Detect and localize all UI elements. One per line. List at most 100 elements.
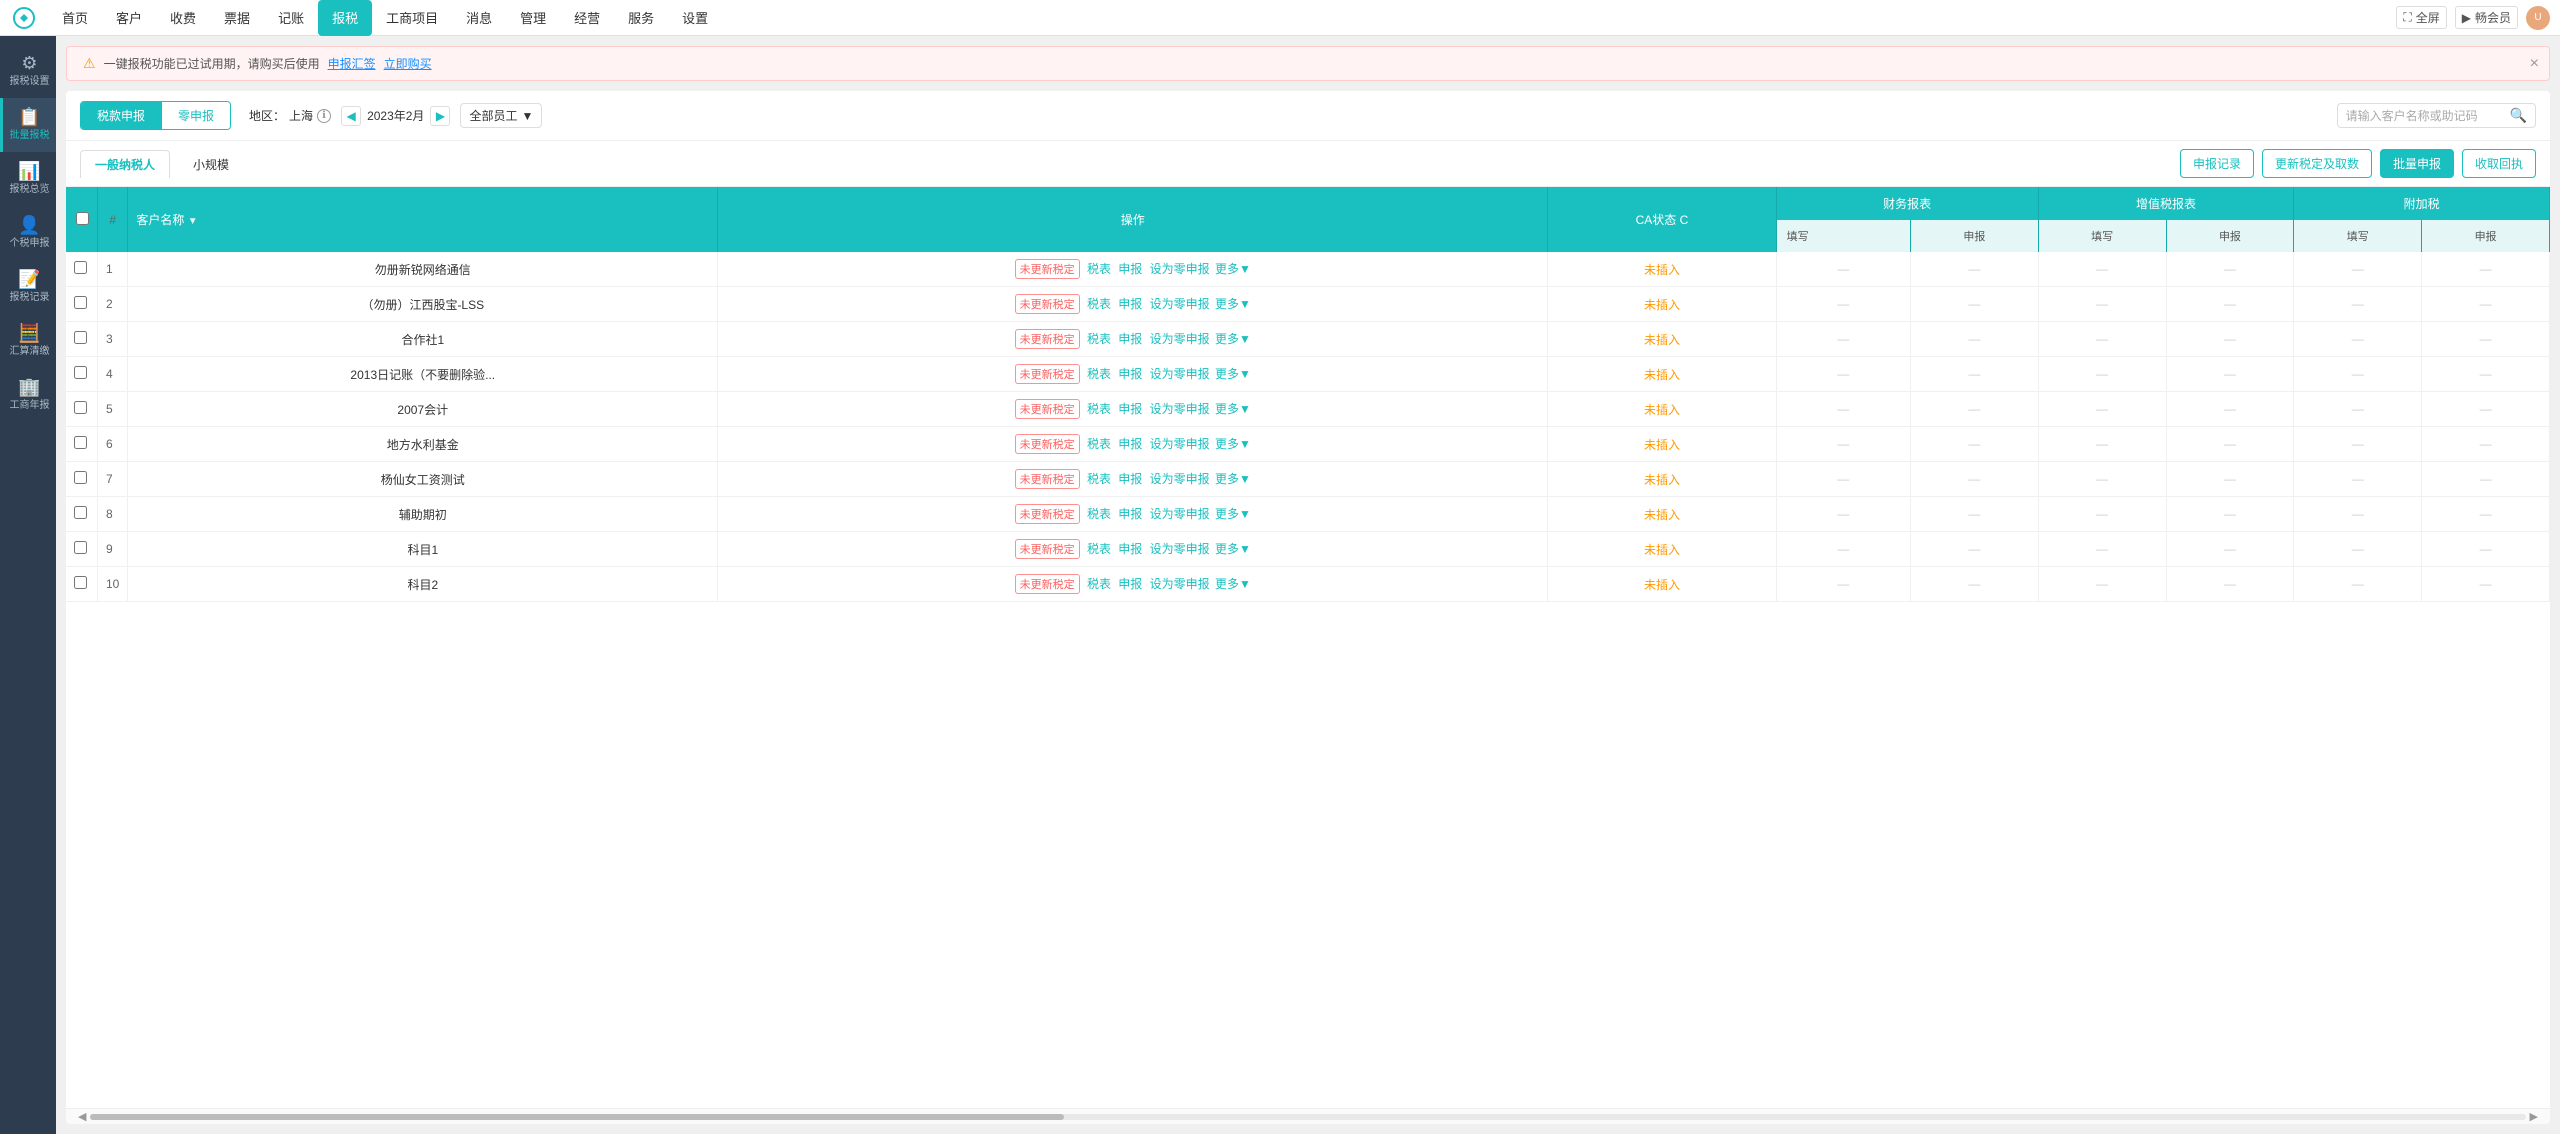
top-nav-item-首页[interactable]: 首页	[48, 0, 102, 36]
region-info-icon[interactable]: ℹ	[317, 109, 331, 123]
date-next-button[interactable]: ▶	[430, 106, 450, 126]
sidebar-item-报税记录[interactable]: 📝 报税记录	[0, 260, 56, 314]
upgrade-button[interactable]: ▶ 畅会员	[2455, 6, 2518, 29]
action-set-zero[interactable]: 设为零申报	[1150, 577, 1210, 591]
top-nav-item-管理[interactable]: 管理	[506, 0, 560, 36]
action-tax-form[interactable]: 税表	[1087, 332, 1111, 346]
retrieve-button[interactable]: 收取回执	[2462, 149, 2536, 178]
row-select-9[interactable]	[74, 541, 87, 554]
top-nav-item-记账[interactable]: 记账	[264, 0, 318, 36]
action-more[interactable]: 更多▼	[1215, 577, 1251, 591]
tab-general-taxpayer[interactable]: 一般纳税人	[80, 150, 170, 178]
top-nav-item-票据[interactable]: 票据	[210, 0, 264, 36]
row-select-6[interactable]	[74, 436, 87, 449]
row-select-3[interactable]	[74, 331, 87, 344]
row-select-8[interactable]	[74, 506, 87, 519]
row-select-7[interactable]	[74, 471, 87, 484]
row-select-5[interactable]	[74, 401, 87, 414]
action-apply[interactable]: 申报	[1118, 542, 1142, 556]
action-tax-form[interactable]: 税表	[1087, 577, 1111, 591]
apply-record-button[interactable]: 申报记录	[2180, 149, 2254, 178]
banner-link2[interactable]: 立即购买	[384, 55, 432, 72]
action-apply[interactable]: 申报	[1118, 332, 1142, 346]
date-prev-button[interactable]: ◀	[341, 106, 361, 126]
top-nav-item-设置[interactable]: 设置	[668, 0, 722, 36]
action-tax-form[interactable]: 税表	[1087, 542, 1111, 556]
sort-icon[interactable]: ▼	[188, 216, 198, 227]
action-more[interactable]: 更多▼	[1215, 262, 1251, 276]
action-more[interactable]: 更多▼	[1215, 507, 1251, 521]
action-apply[interactable]: 申报	[1118, 472, 1142, 486]
search-input[interactable]	[2346, 109, 2506, 123]
banner-link1[interactable]: 申报汇签	[328, 55, 376, 72]
top-nav-item-报税[interactable]: 报税	[318, 0, 372, 36]
row-tax-apply: —	[2166, 252, 2294, 287]
tab-zero-apply[interactable]: 零申报	[161, 102, 230, 129]
sidebar: ⚙ 报税设置 📋 批量报税 📊 报税总览 👤 个税申报 📝 报税记录 🧮 汇算清…	[0, 36, 56, 1134]
top-nav-item-收费[interactable]: 收费	[156, 0, 210, 36]
row-select-1[interactable]	[74, 261, 87, 274]
action-set-zero[interactable]: 设为零申报	[1150, 507, 1210, 521]
action-more[interactable]: 更多▼	[1215, 332, 1251, 346]
action-more[interactable]: 更多▼	[1215, 367, 1251, 381]
top-nav-item-工商项目[interactable]: 工商项目	[372, 0, 452, 36]
sidebar-item-批量报税[interactable]: 📋 批量报税	[0, 98, 56, 152]
action-tax-form[interactable]: 税表	[1087, 367, 1111, 381]
row-add-apply: —	[2422, 427, 2550, 462]
action-set-zero[interactable]: 设为零申报	[1150, 262, 1210, 276]
action-apply[interactable]: 申报	[1118, 437, 1142, 451]
action-set-zero[interactable]: 设为零申报	[1150, 402, 1210, 416]
action-set-zero[interactable]: 设为零申报	[1150, 472, 1210, 486]
action-set-zero[interactable]: 设为零申报	[1150, 297, 1210, 311]
action-set-zero[interactable]: 设为零申报	[1150, 367, 1210, 381]
action-set-zero[interactable]: 设为零申报	[1150, 332, 1210, 346]
action-apply[interactable]: 申报	[1118, 507, 1142, 521]
top-nav-item-服务[interactable]: 服务	[614, 0, 668, 36]
action-set-zero[interactable]: 设为零申报	[1150, 542, 1210, 556]
scrollbar-track[interactable]	[90, 1114, 2525, 1120]
action-more[interactable]: 更多▼	[1215, 297, 1251, 311]
action-more[interactable]: 更多▼	[1215, 437, 1251, 451]
action-more[interactable]: 更多▼	[1215, 472, 1251, 486]
tab-small-scale[interactable]: 小规模	[178, 150, 244, 178]
action-tax-form[interactable]: 税表	[1087, 297, 1111, 311]
action-tax-form[interactable]: 税表	[1087, 262, 1111, 276]
banner-close-button[interactable]: ×	[2530, 55, 2539, 73]
avatar[interactable]: U	[2526, 6, 2550, 30]
row-ca: 未插入	[1548, 287, 1776, 322]
scroll-right-arrow[interactable]: ▶	[2526, 1110, 2542, 1123]
fullscreen-button[interactable]: ⛶ 全屏	[2396, 6, 2446, 29]
row-checkbox	[66, 532, 98, 567]
action-apply[interactable]: 申报	[1118, 402, 1142, 416]
sidebar-item-报税设置[interactable]: ⚙ 报税设置	[0, 44, 56, 98]
batch-apply-button[interactable]: 批量申报	[2380, 149, 2454, 178]
tab-tax-apply[interactable]: 税款申报	[81, 102, 161, 129]
top-nav-item-客户[interactable]: 客户	[102, 0, 156, 36]
select-all-checkbox[interactable]	[76, 212, 89, 225]
staff-dropdown[interactable]: 全部员工 ▼	[460, 103, 542, 128]
row-select-4[interactable]	[74, 366, 87, 379]
action-apply[interactable]: 申报	[1118, 262, 1142, 276]
action-tax-form[interactable]: 税表	[1087, 437, 1111, 451]
update-quota-button[interactable]: 更新税定及取数	[2262, 149, 2372, 178]
action-tax-form[interactable]: 税表	[1087, 402, 1111, 416]
row-select-2[interactable]	[74, 296, 87, 309]
row-select-10[interactable]	[74, 576, 87, 589]
action-set-zero[interactable]: 设为零申报	[1150, 437, 1210, 451]
action-more[interactable]: 更多▼	[1215, 402, 1251, 416]
sidebar-item-报税总览[interactable]: 📊 报税总览	[0, 152, 56, 206]
scroll-left-arrow[interactable]: ◀	[74, 1110, 90, 1123]
action-tax-form[interactable]: 税表	[1087, 507, 1111, 521]
action-apply[interactable]: 申报	[1118, 297, 1142, 311]
row-actions: 未更新税定 税表 申报 设为零申报 更多▼	[718, 427, 1548, 462]
action-tax-form[interactable]: 税表	[1087, 472, 1111, 486]
search-icon[interactable]: 🔍	[2510, 107, 2527, 124]
action-apply[interactable]: 申报	[1118, 367, 1142, 381]
action-apply[interactable]: 申报	[1118, 577, 1142, 591]
action-more[interactable]: 更多▼	[1215, 542, 1251, 556]
sidebar-item-工商年报[interactable]: 🏢 工商年报	[0, 368, 56, 422]
sidebar-item-汇算清缴[interactable]: 🧮 汇算清缴	[0, 314, 56, 368]
sidebar-item-个税申报[interactable]: 👤 个税申报	[0, 206, 56, 260]
top-nav-item-消息[interactable]: 消息	[452, 0, 506, 36]
top-nav-item-经营[interactable]: 经营	[560, 0, 614, 36]
